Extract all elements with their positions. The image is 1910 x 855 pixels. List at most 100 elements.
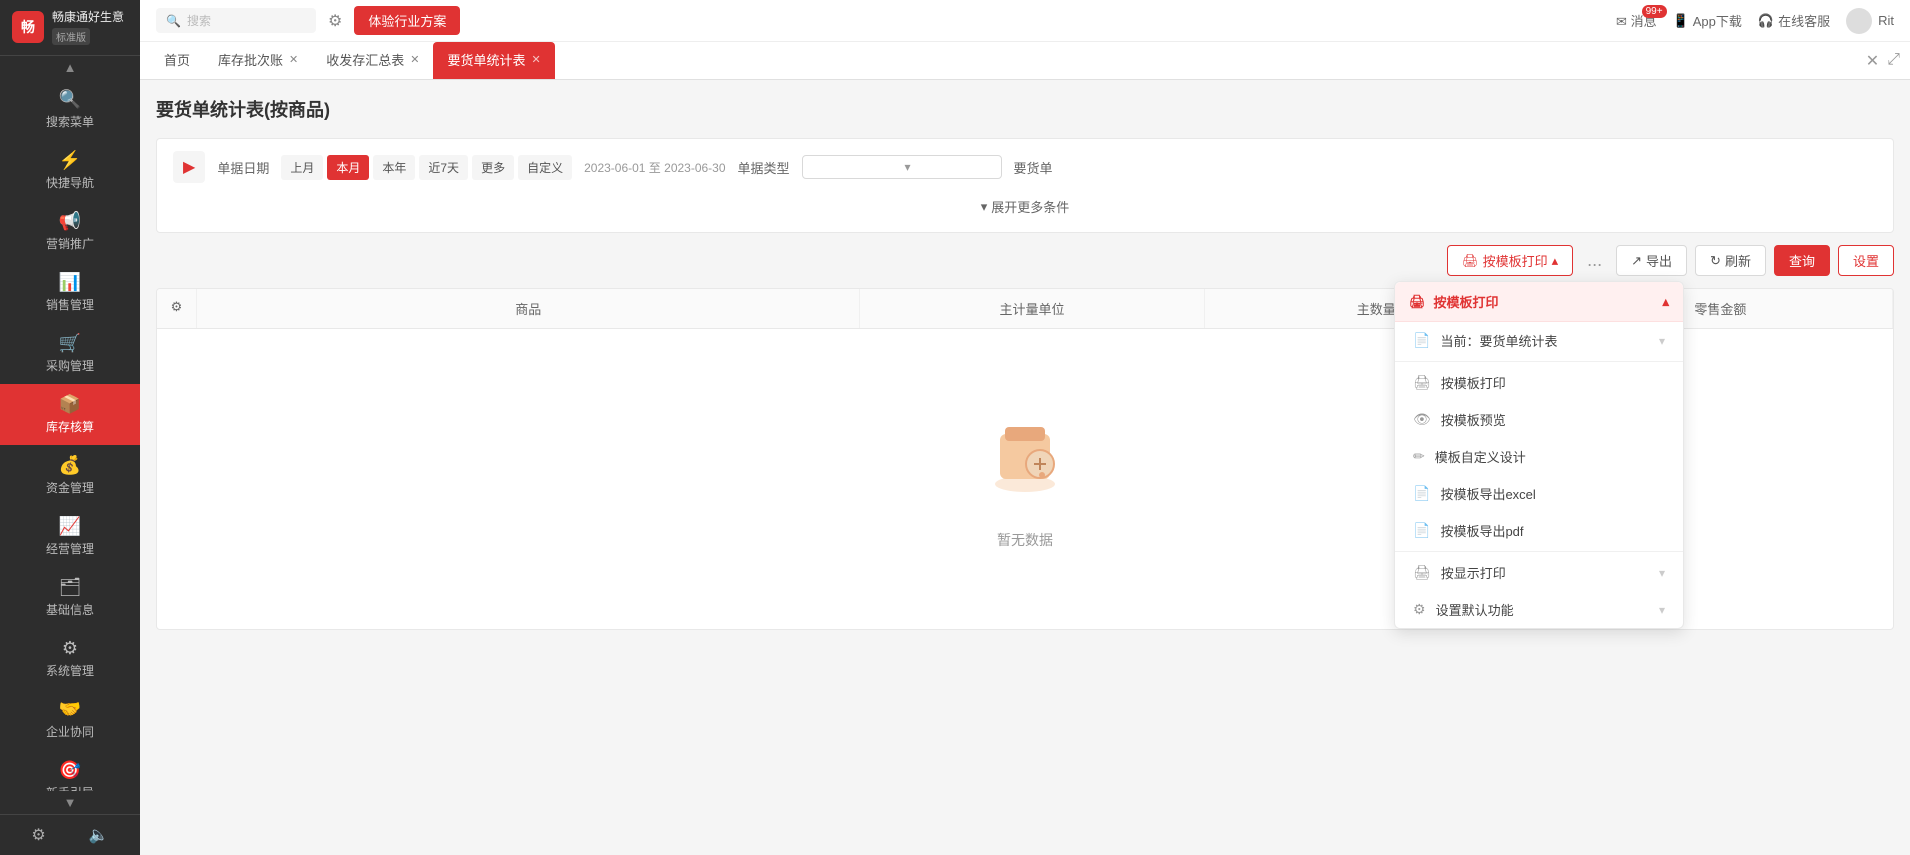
main-area: 🔍 搜索 ⚙ 体验行业方案 ✉ 消息 99+ 📱 App下载 🎧 在线客服 Ri… bbox=[140, 0, 1910, 855]
tab-close-icon[interactable]: ✕ bbox=[410, 53, 419, 66]
chevron-up-icon: ▴ bbox=[1552, 253, 1559, 269]
sidebar-item-label: 经营管理 bbox=[46, 540, 94, 557]
printer-icon: 🖨 bbox=[1413, 564, 1431, 581]
tabs-bar: 首页 库存批次账 ✕ 收发存汇总表 ✕ 要货单统计表 ✕ ✕ ⤢ bbox=[140, 42, 1910, 80]
th-settings[interactable]: ⚙ bbox=[157, 289, 197, 328]
sidebar-item-label: 企业协同 bbox=[46, 723, 94, 740]
expand-more-btn[interactable]: ▾ 展开更多条件 bbox=[971, 193, 1080, 220]
design-icon: ✏ bbox=[1413, 448, 1425, 465]
trial-button[interactable]: 体验行业方案 bbox=[354, 6, 460, 35]
toolbar: 🖨 按模板打印 ▴ ... ↗ 导出 ↻ 刷新 查询 设置 🖨 bbox=[156, 245, 1894, 276]
th-product: 商品 bbox=[197, 289, 860, 328]
template-design-item[interactable]: ✏ 模板自定义设计 bbox=[1395, 438, 1683, 475]
window-controls: ✕ ⤢ bbox=[1866, 51, 1900, 71]
messages-btn[interactable]: ✉ 消息 99+ bbox=[1616, 11, 1657, 30]
default-func-item[interactable]: ⚙ 设置默认功能 ▾ bbox=[1395, 591, 1683, 628]
sidebar-item-quicknav[interactable]: ⚡ 快捷导航 bbox=[0, 140, 140, 201]
type-select[interactable]: ▾ bbox=[802, 155, 1002, 179]
sidebar-item-guide[interactable]: 🎯 新手引导 bbox=[0, 750, 140, 791]
tab-close-icon[interactable]: ✕ bbox=[289, 53, 298, 66]
template-print-label: 按模板打印 bbox=[1441, 373, 1506, 392]
print-dropdown-header: 🖨 按模板打印 ▴ bbox=[1395, 282, 1683, 322]
date-btn-this-month[interactable]: 本月 bbox=[327, 155, 369, 180]
date-btn-7days[interactable]: 近7天 bbox=[419, 155, 468, 180]
template-preview-item[interactable]: 👁 按模板预览 bbox=[1395, 401, 1683, 438]
messages-badge: 99+ bbox=[1642, 5, 1667, 18]
printer-icon: 🖨 bbox=[1409, 294, 1426, 310]
search-icon: 🔍 bbox=[59, 89, 81, 110]
tab-close-icon[interactable]: ✕ bbox=[532, 53, 541, 66]
sidebar-item-label: 搜索菜单 bbox=[46, 113, 94, 130]
logo-name: 畅康通好生意 bbox=[52, 10, 124, 26]
app-download-btn[interactable]: 📱 App下载 bbox=[1673, 11, 1742, 30]
tab-receipts-summary[interactable]: 收发存汇总表 ✕ bbox=[312, 42, 433, 79]
date-btn-more[interactable]: 更多 bbox=[472, 155, 514, 180]
sidebar-item-inventory[interactable]: 📦 库存核算 bbox=[0, 384, 140, 445]
export-button[interactable]: ↗ 导出 bbox=[1616, 245, 1687, 276]
divider bbox=[1395, 361, 1683, 362]
date-label: 单据日期 bbox=[217, 158, 269, 177]
query-button[interactable]: 查询 bbox=[1774, 245, 1830, 276]
print-label: 按模板打印 bbox=[1483, 251, 1548, 270]
template-print-item[interactable]: 🖨 按模板打印 bbox=[1395, 364, 1683, 401]
header-gear-icon[interactable]: ⚙ bbox=[328, 11, 342, 31]
template-preview-label: 按模板预览 bbox=[1441, 410, 1506, 429]
date-btn-last-month[interactable]: 上月 bbox=[281, 155, 323, 180]
tab-inventory-batch[interactable]: 库存批次账 ✕ bbox=[204, 42, 312, 79]
expand-icon[interactable]: ▶ bbox=[183, 157, 195, 177]
print-dropdown-title: 按模板打印 bbox=[1434, 292, 1499, 311]
date-btn-this-year[interactable]: 本年 bbox=[373, 155, 415, 180]
refresh-icon: ↻ bbox=[1710, 253, 1721, 269]
sidebar-item-purchase[interactable]: 🛒 采购管理 bbox=[0, 323, 140, 384]
close-window-icon[interactable]: ✕ bbox=[1866, 51, 1879, 71]
sidebar-item-label: 库存核算 bbox=[46, 418, 94, 435]
sidebar-item-sales[interactable]: 📊 销售管理 bbox=[0, 262, 140, 323]
settings-button[interactable]: 设置 bbox=[1838, 245, 1894, 276]
online-service-label: 在线客服 bbox=[1778, 11, 1830, 30]
chevron-down-icon: ▾ bbox=[905, 160, 991, 174]
display-print-label: 按显示打印 bbox=[1441, 563, 1506, 582]
sidebar-item-label: 采购管理 bbox=[46, 357, 94, 374]
collab-icon: 🤝 bbox=[59, 699, 81, 720]
audio-icon[interactable]: 🔈 bbox=[89, 825, 109, 845]
expand-icon: ▾ bbox=[981, 199, 988, 215]
settings-icon[interactable]: ⚙ bbox=[31, 825, 45, 845]
date-buttons: 上月 本月 本年 近7天 更多 自定义 bbox=[281, 155, 572, 180]
date-btn-custom[interactable]: 自定义 bbox=[518, 155, 572, 180]
sidebar-scroll-up[interactable]: ▲ bbox=[0, 56, 140, 79]
chevron-up-icon[interactable]: ▴ bbox=[1662, 294, 1669, 310]
current-template-item[interactable]: 📄 当前：要货单统计表 ▾ bbox=[1395, 322, 1683, 359]
sidebar-item-search[interactable]: 🔍 搜索菜单 bbox=[0, 79, 140, 140]
empty-icon bbox=[980, 409, 1070, 518]
maximize-window-icon[interactable]: ⤢ bbox=[1887, 51, 1900, 71]
sidebar-item-collab[interactable]: 🤝 企业协同 bbox=[0, 689, 140, 750]
export-excel-item[interactable]: 📄 按模板导出excel bbox=[1395, 475, 1683, 512]
header-search[interactable]: 🔍 搜索 bbox=[156, 8, 316, 33]
tab-order-stats[interactable]: 要货单统计表 ✕ bbox=[433, 42, 554, 79]
tab-label: 库存批次账 bbox=[218, 50, 283, 69]
finance-icon: 💰 bbox=[59, 455, 81, 476]
logo-icon: 畅 bbox=[12, 11, 44, 43]
print-template-button[interactable]: 🖨 按模板打印 ▴ bbox=[1447, 245, 1573, 276]
sidebar-item-basic[interactable]: 🗂 基础信息 bbox=[0, 567, 140, 628]
sidebar-item-system[interactable]: ⚙ 系统管理 bbox=[0, 628, 140, 689]
tab-home[interactable]: 首页 bbox=[150, 42, 204, 79]
display-print-item[interactable]: 🖨 按显示打印 ▾ bbox=[1395, 554, 1683, 591]
type-label: 单据类型 bbox=[738, 158, 790, 177]
export-pdf-item[interactable]: 📄 按模板导出pdf bbox=[1395, 512, 1683, 549]
sidebar-scroll-down[interactable]: ▼ bbox=[0, 791, 140, 814]
sidebar-item-label: 快捷导航 bbox=[46, 174, 94, 191]
app-icon: 📱 bbox=[1673, 13, 1689, 29]
user-menu[interactable]: Rit bbox=[1846, 8, 1894, 34]
logo-tag: 标准版 bbox=[52, 28, 90, 45]
expand-label: 展开更多条件 bbox=[991, 197, 1069, 216]
sidebar-item-marketing[interactable]: 📢 营销推广 bbox=[0, 201, 140, 262]
refresh-button[interactable]: ↻ 刷新 bbox=[1695, 245, 1766, 276]
more-options-icon[interactable]: ... bbox=[1581, 250, 1608, 271]
online-service-btn[interactable]: 🎧 在线客服 bbox=[1758, 11, 1830, 30]
operation-icon: 📈 bbox=[59, 516, 81, 537]
marketing-icon: 📢 bbox=[59, 211, 81, 232]
sidebar-item-finance[interactable]: 💰 资金管理 bbox=[0, 445, 140, 506]
sidebar-item-label: 资金管理 bbox=[46, 479, 94, 496]
sidebar-item-operation[interactable]: 📈 经营管理 bbox=[0, 506, 140, 567]
